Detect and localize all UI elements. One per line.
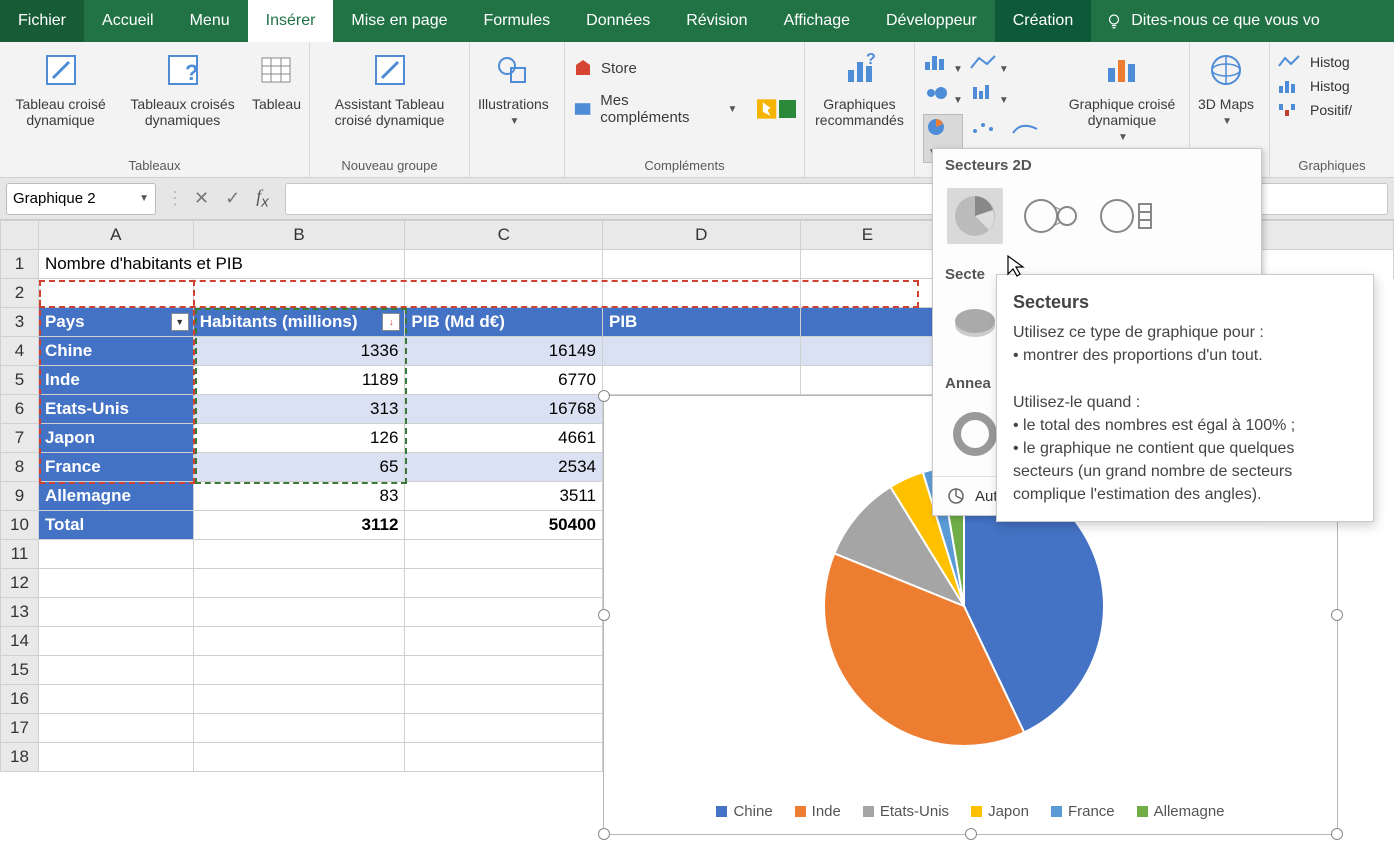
svg-text:?: ? [866,51,876,68]
pivot-chart-button[interactable]: Graphique croisé dynamique▼ [1063,48,1181,144]
store-icon [573,58,593,78]
resize-handle[interactable] [1331,828,1343,840]
name-box[interactable]: Graphique 2▼ [6,183,156,215]
recommended-charts-icon: ? [838,48,882,92]
title-tabs: Fichier Accueil Menu Insérer Mise en pag… [0,0,1394,42]
pivot-wizard-icon [368,48,412,92]
col-header[interactable]: B [193,221,405,250]
table-header[interactable]: Habitants (millions)↓ [193,308,405,337]
pie-of-pie-option[interactable] [1023,188,1079,244]
resize-handle[interactable] [598,609,610,621]
pie-2d-option[interactable] [947,188,1003,244]
tell-me-text: Dites-nous ce que vous vo [1131,12,1320,30]
section-title: Secteurs 2D [933,149,1261,182]
col-header[interactable]: D [603,221,801,250]
tab-layout[interactable]: Mise en page [333,0,465,42]
col-header[interactable]: A [38,221,193,250]
resize-handle[interactable] [965,828,977,840]
cell[interactable]: Nombre d'habitants et PIB [38,250,404,279]
resize-handle[interactable] [598,390,610,402]
col-header[interactable]: C [405,221,603,250]
bar-of-pie-option[interactable] [1099,188,1155,244]
doughnut-option[interactable] [947,406,1003,462]
tab-formulas[interactable]: Formules [465,0,568,42]
table-header[interactable]: PIB [603,308,801,337]
globe-icon [1204,48,1248,92]
illustrations-button[interactable]: Illustrations▼ [478,48,549,128]
store-button[interactable]: Store [573,58,637,78]
pivot-table-button[interactable]: Tableau croisé dynamique [8,48,113,128]
resize-handle[interactable] [598,828,610,840]
group-new-label: Nouveau groupe [318,156,461,173]
sparkline-winloss[interactable]: Positif/ [1278,102,1352,118]
stats-chart-menu[interactable]: ▼ [969,83,1009,108]
col-header[interactable]: E [800,221,935,250]
pie-icon [947,487,965,505]
table-icon [254,48,298,92]
tab-data[interactable]: Données [568,0,668,42]
people-graph-icon [779,100,796,118]
table-header[interactable]: PIB (Md d€) [405,308,603,337]
chart-legend[interactable]: Chine Inde Etats-Unis Japon France Allem… [604,803,1337,820]
select-all-corner[interactable] [1,221,39,250]
bing-icon [757,99,776,119]
recommended-pivot-icon: ? [161,48,205,92]
chart-type-tooltip: Secteurs Utilisez ce type de graphique p… [996,274,1374,522]
recommended-pivot-button[interactable]: ? Tableaux croisés dynamiques [123,48,242,128]
pie-3d-option[interactable] [947,297,1003,353]
tab-file[interactable]: Fichier [0,0,84,42]
table-header[interactable] [800,308,935,337]
pivot-chart-icon [1100,48,1144,92]
group-tables-label: Tableaux [8,156,301,173]
line-chart-menu[interactable]: ▼ [969,52,1009,77]
tell-me-box[interactable]: Dites-nous ce que vous vo [1091,0,1394,42]
tab-menu[interactable]: Menu [172,0,248,42]
my-addins-button[interactable]: Mes compléments ▼ [573,92,796,126]
bar-chart-menu[interactable]: ▼ [923,52,963,77]
group-addins-label: Compléments [573,156,796,173]
svg-text:?: ? [185,60,198,85]
filter-dropdown-icon[interactable]: ▼ [171,313,189,331]
lightbulb-icon [1105,12,1123,30]
sort-desc-icon[interactable]: ↓ [382,313,400,331]
tab-insert[interactable]: Insérer [248,0,334,42]
tab-review[interactable]: Révision [668,0,765,42]
sparkline-hist2[interactable]: Histog [1278,78,1350,94]
pivot-table-icon [39,48,83,92]
sparkline-hist1[interactable]: Histog [1278,54,1350,70]
resize-handle[interactable] [1331,609,1343,621]
tab-design[interactable]: Création [995,0,1091,42]
tab-view[interactable]: Affichage [766,0,868,42]
tab-home[interactable]: Accueil [84,0,172,42]
tab-developer[interactable]: Développeur [868,0,995,42]
enter-formula-icon[interactable]: ✓ [225,188,240,209]
cancel-formula-icon[interactable]: ✕ [194,188,209,209]
recommended-charts-button[interactable]: ? Graphiques recommandés [813,48,906,128]
table-header[interactable]: Pays▼ [38,308,193,337]
pivot-wizard-button[interactable]: Assistant Tableau croisé dynamique [318,48,461,128]
fx-icon[interactable]: fx [256,186,269,211]
addins-icon [573,99,592,119]
hierarchy-chart-menu[interactable]: ▼ [923,83,963,108]
3d-maps-button[interactable]: 3D Maps▼ [1198,48,1254,128]
table-button[interactable]: Tableau [252,48,301,112]
illustrations-icon [491,48,535,92]
